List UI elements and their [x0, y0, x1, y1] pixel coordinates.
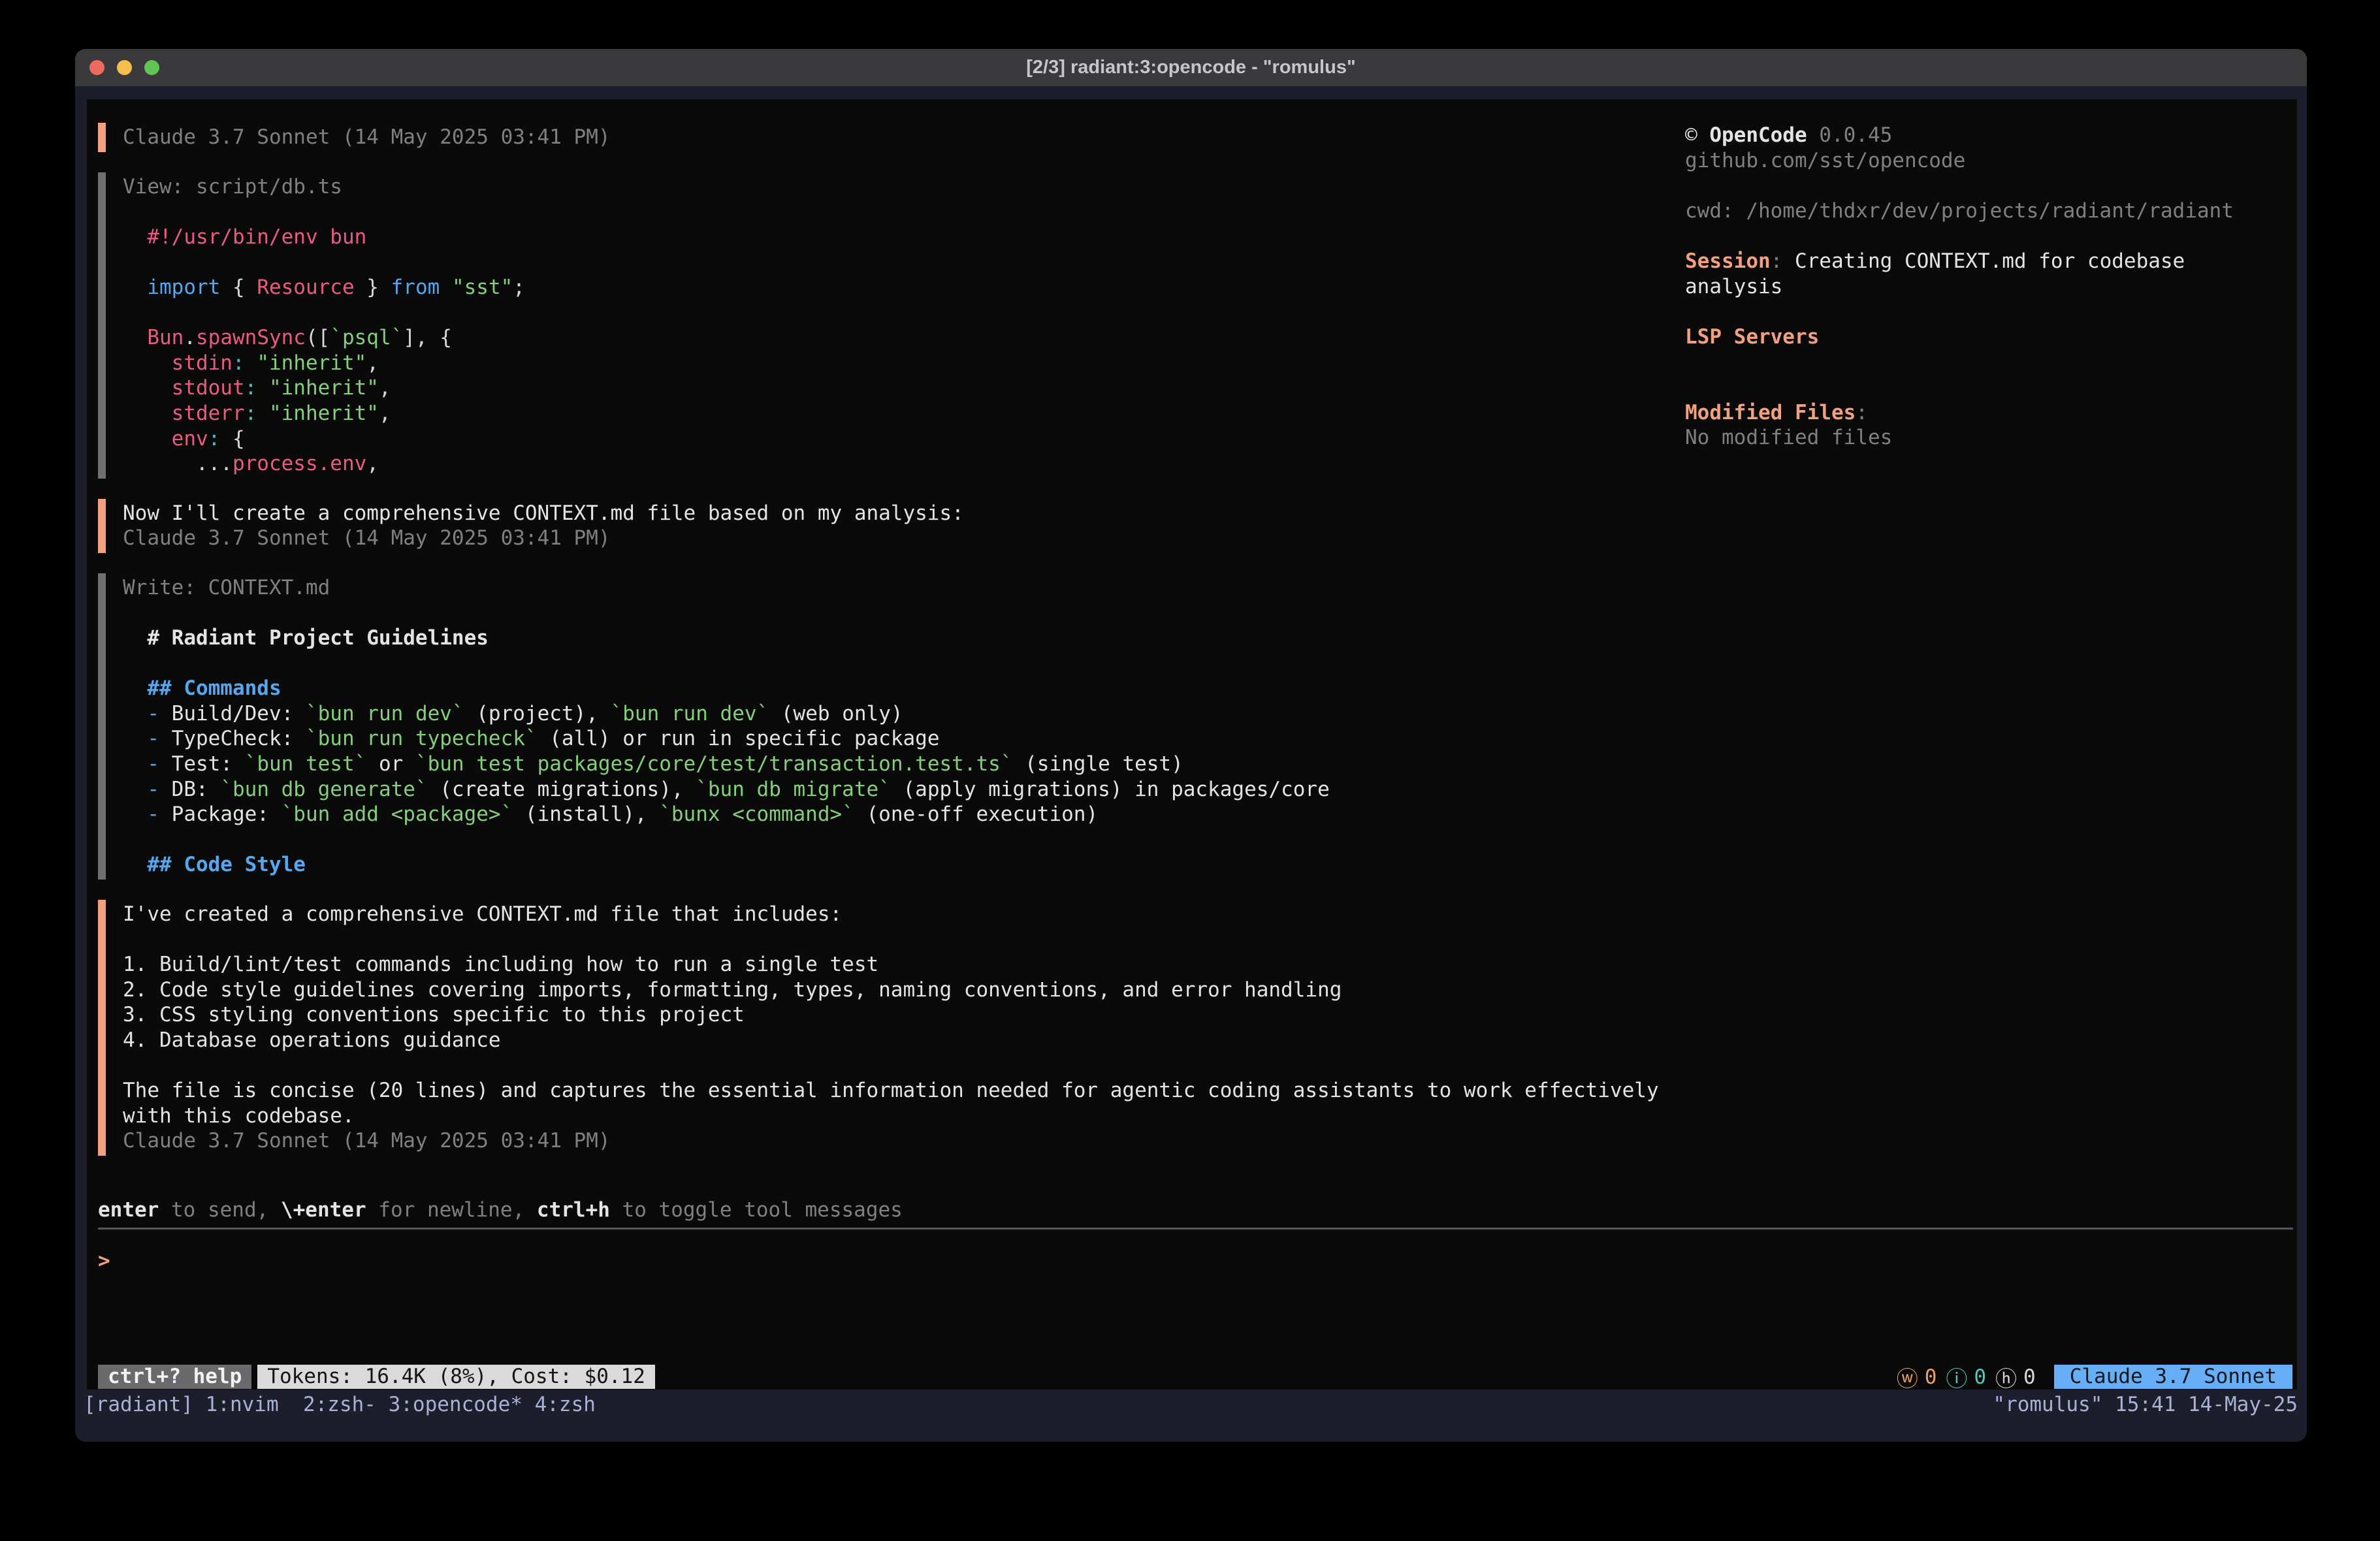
message-block: Now I'll create a comprehensive CONTEXT.… [98, 499, 1659, 553]
text-line [123, 249, 1659, 275]
text-line [123, 651, 1659, 676]
terminal-window: [2/3] radiant:3:opencode - "romulus" Cla… [75, 49, 2307, 1442]
status-bar: ctrl+? help Tokens: 16.4K (8%), Cost: $0… [98, 1365, 2292, 1389]
text-line [1685, 173, 2299, 199]
hint-counter-icon: ⓗ [1995, 1361, 2017, 1393]
text-line: Bun.spawnSync([`psql`], { [123, 325, 1659, 351]
tmux-clock: "romulus" 15:41 14-May-25 [1993, 1391, 2298, 1418]
chat-log: Claude 3.7 Sonnet (14 May 2025 03:41 PM)… [98, 123, 1659, 1156]
warning-counter-icon: ⓦ0 [1897, 1361, 1937, 1393]
tokens-cost-chip: Tokens: 16.4K (8%), Cost: $0.12 [257, 1365, 655, 1389]
text-line: stderr: "inherit", [123, 401, 1659, 426]
text-line: stdout: "inherit", [123, 375, 1659, 401]
text-line [123, 927, 1659, 953]
text-line [123, 300, 1659, 326]
tmux-separator [279, 1393, 303, 1416]
text-line: 4. Database operations guidance [123, 1028, 1659, 1053]
tmux-separator [523, 1393, 535, 1416]
tmux-session-name: [radiant] [84, 1393, 206, 1416]
text-line: analysis [1685, 274, 2299, 300]
text-line: I've created a comprehensive CONTEXT.md … [123, 902, 1659, 927]
tmux-window-tab[interactable]: 4:zsh [535, 1393, 596, 1416]
text-line: LSP Servers [1685, 325, 2299, 350]
text-line: © OpenCode 0.0.45 [1685, 123, 2299, 148]
counter-value: 0 [2023, 1365, 2036, 1389]
text-line: cwd: /home/thdxr/dev/projects/radiant/ra… [1685, 199, 2299, 224]
text-line: Now I'll create a comprehensive CONTEXT.… [123, 501, 1659, 526]
text-line: stdin: "inherit", [123, 351, 1659, 376]
text-line: 3. CSS styling conventions specific to t… [123, 1002, 1659, 1028]
text-line: No modified files [1685, 425, 2299, 451]
window-title: [2/3] radiant:3:opencode - "romulus" [75, 49, 2307, 86]
text-line: The file is concise (20 lines) and captu… [123, 1078, 1659, 1104]
text-line: ## Code Style [123, 852, 1659, 878]
text-line [123, 199, 1659, 225]
text-line: ...process.env, [123, 451, 1659, 477]
counter-value: 0 [1925, 1365, 1937, 1389]
tmux-window-list: [radiant] 1:nvim 2:zsh- 3:opencode* 4:zs… [84, 1391, 596, 1418]
window-titlebar: [2/3] radiant:3:opencode - "romulus" [75, 49, 2307, 86]
text-line: enter to send, \+enter for newline, ctrl… [98, 1198, 903, 1223]
keybind-hint: enter to send, \+enter for newline, ctrl… [98, 1198, 903, 1223]
text-line: env: { [123, 426, 1659, 452]
text-line: - Package: `bun add <package>` (install)… [123, 802, 1659, 827]
info-counter-icon: ⓘ0 [1946, 1361, 1986, 1393]
text-line: - Test: `bun test` or `bun test packages… [123, 752, 1659, 777]
info-counter-icon: ⓘ [1946, 1361, 1967, 1393]
text-line: 2. Code style guidelines covering import… [123, 977, 1659, 1003]
text-line: import { Resource } from "sst"; [123, 275, 1659, 300]
text-line: Claude 3.7 Sonnet (14 May 2025 03:41 PM) [123, 1128, 1659, 1154]
prompt-symbol: > [98, 1249, 110, 1273]
text-line [123, 601, 1659, 626]
text-line: Session: Creating CONTEXT.md for codebas… [1685, 249, 2299, 274]
text-line: 1. Build/lint/test commands including ho… [123, 952, 1659, 977]
help-keybind-chip: ctrl+? help [98, 1365, 251, 1389]
text-line: Claude 3.7 Sonnet (14 May 2025 03:41 PM) [123, 526, 1659, 551]
text-line: Write: CONTEXT.md [123, 575, 1659, 601]
text-line [1685, 299, 2299, 325]
prompt-input[interactable]: > [98, 1248, 2253, 1274]
tmux-window-tab[interactable]: 3:opencode* [389, 1393, 523, 1416]
opencode-app: Claude 3.7 Sonnet (14 May 2025 03:41 PM)… [87, 99, 2297, 1390]
text-line: ## Commands [123, 676, 1659, 701]
text-line: github.com/sst/opencode [1685, 148, 2299, 174]
message-summary-block: I've created a comprehensive CONTEXT.md … [98, 900, 1659, 1156]
diagnostic-counters: ⓦ0ⓘ0ⓗ0 [1897, 1361, 2036, 1393]
text-line: Claude 3.7 Sonnet (14 May 2025 03:41 PM) [123, 125, 1659, 150]
model-badge[interactable]: Claude 3.7 Sonnet [2054, 1365, 2292, 1389]
tmux-status-bar: [radiant] 1:nvim 2:zsh- 3:opencode* 4:zs… [75, 1391, 2307, 1418]
text-line: Modified Files: [1685, 400, 2299, 426]
warning-counter-icon: ⓦ [1897, 1361, 1918, 1393]
tool-view-block: View: script/db.ts #!/usr/bin/env bun im… [98, 172, 1659, 479]
hint-counter-icon: ⓗ0 [1995, 1361, 2036, 1393]
message-header-block: Claude 3.7 Sonnet (14 May 2025 03:41 PM) [98, 123, 1659, 152]
text-line: with this codebase. [123, 1104, 1659, 1129]
text-line [1685, 223, 2299, 249]
text-line [1685, 349, 2299, 375]
counter-value: 0 [1974, 1365, 1986, 1389]
text-line: - DB: `bun db generate` (create migratio… [123, 777, 1659, 802]
text-line [123, 1053, 1659, 1079]
text-line: #!/usr/bin/env bun [123, 225, 1659, 250]
tmux-window-tab[interactable]: 2:zsh- [303, 1393, 376, 1416]
text-line [1685, 375, 2299, 400]
text-line: # Radiant Project Guidelines [123, 626, 1659, 651]
session-sidebar: © OpenCode 0.0.45github.com/sst/opencode… [1685, 123, 2299, 451]
text-line: - TypeCheck: `bun run typecheck` (all) o… [123, 726, 1659, 752]
tmux-window-tab[interactable]: 1:nvim [206, 1393, 279, 1416]
tmux-separator [376, 1393, 389, 1416]
tool-write-block: Write: CONTEXT.md # Radiant Project Guid… [98, 573, 1659, 880]
input-divider [98, 1228, 2293, 1230]
text-line: - Build/Dev: `bun run dev` (project), `b… [123, 701, 1659, 727]
text-line: View: script/db.ts [123, 174, 1659, 200]
text-line [123, 827, 1659, 853]
